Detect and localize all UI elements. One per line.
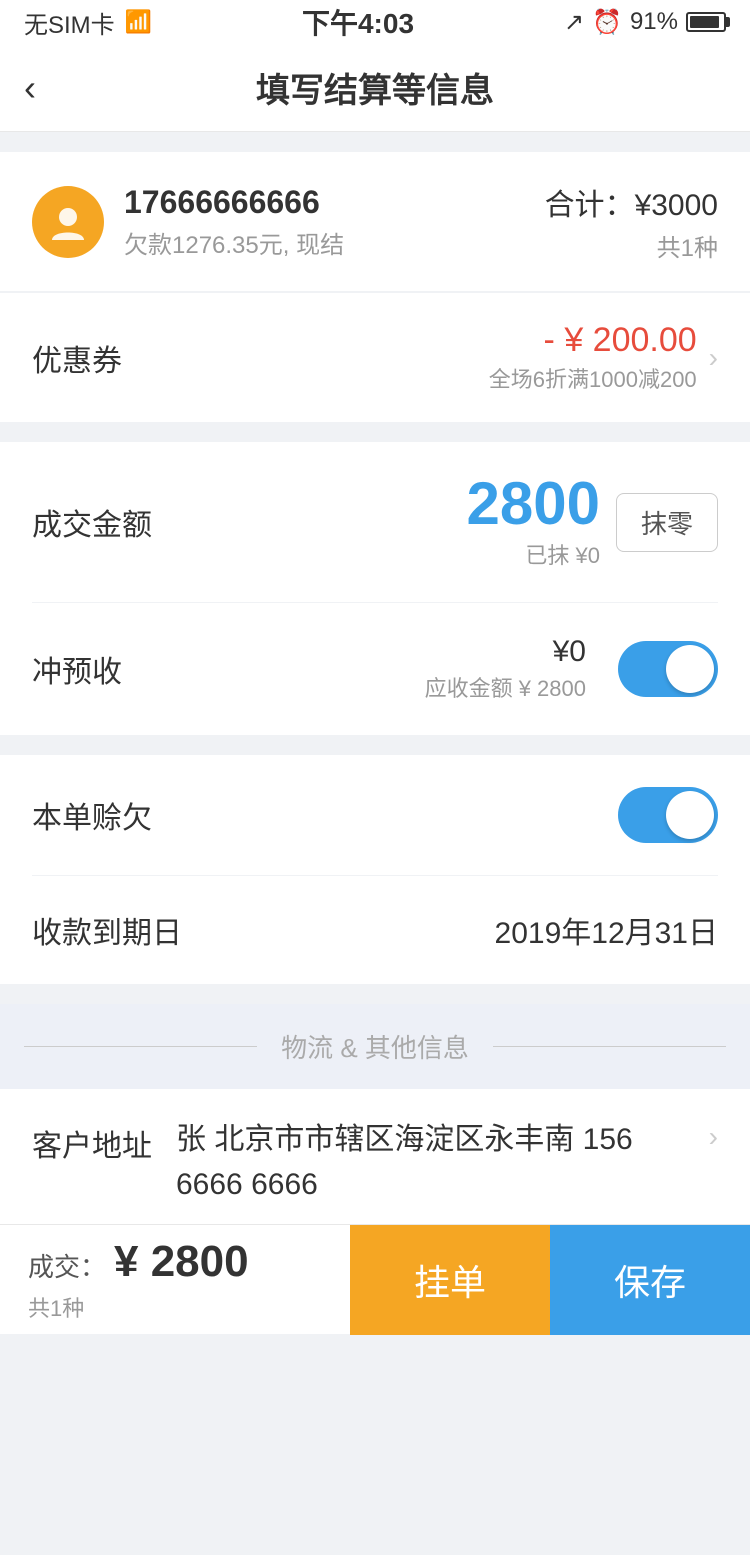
credit-section: 本单赊欠 收款到期日 2019年12月31日 xyxy=(0,755,750,984)
transaction-amount-big: 2800 xyxy=(467,474,600,534)
prepayment-amounts: ¥0 应收金额 ¥ 2800 xyxy=(425,635,586,703)
prepayment-row: 冲预收 ¥0 应收金额 ¥ 2800 xyxy=(32,603,718,735)
coupon-row[interactable]: 优惠券 - ¥ 200.00 全场6折满1000减200 › xyxy=(0,293,750,422)
carrier-text: 无SIM卡 xyxy=(24,5,115,40)
section-divider-1 xyxy=(0,422,750,442)
address-value: 张 北京市市辖区海淀区永丰南 156 6666 6666 xyxy=(176,1117,697,1207)
address-label: 客户地址 xyxy=(32,1117,152,1165)
divider-line-right xyxy=(493,1046,726,1047)
bottom-label: 成交： xyxy=(28,1247,106,1284)
customer-phone: 17666666666 xyxy=(124,184,344,221)
due-date-value: 2019年12月31日 xyxy=(495,908,718,952)
back-button[interactable]: ‹ xyxy=(24,67,36,109)
status-bar: 无SIM卡 📶 下午4:03 ↗ ⏰ 91% xyxy=(0,0,750,44)
bottom-amount: ¥ 2800 xyxy=(114,1237,249,1287)
coupon-discount-amount: - ¥ 200.00 xyxy=(489,321,697,360)
coupon-discount: - ¥ 200.00 全场6折满1000减200 xyxy=(489,321,697,394)
prepayment-amount: ¥0 xyxy=(425,635,586,669)
transaction-amount-label: 成交金额 xyxy=(32,500,152,544)
prepayment-toggle[interactable] xyxy=(618,641,718,697)
credit-note-row: 本单赊欠 xyxy=(32,755,718,876)
save-button[interactable]: 保存 xyxy=(550,1225,750,1335)
logistics-label: 物流 & 其他信息 xyxy=(281,1028,469,1065)
total-amount: 合计：¥3000 xyxy=(545,180,718,224)
bottom-summary: 成交： ¥ 2800 共1种 xyxy=(0,1237,350,1323)
alarm-icon: ⏰ xyxy=(592,8,622,37)
due-date-label: 收款到期日 xyxy=(32,908,182,952)
customer-total: 合计：¥3000 共1种 xyxy=(545,180,718,263)
status-time: 下午4:03 xyxy=(302,2,414,42)
bottom-summary-main: 成交： ¥ 2800 xyxy=(28,1237,322,1287)
status-left: 无SIM卡 📶 xyxy=(24,5,152,40)
transaction-amount-right: 2800 已抹 ¥0 xyxy=(467,474,600,570)
logistics-divider: 物流 & 其他信息 xyxy=(0,1004,750,1089)
coupon-right: - ¥ 200.00 全场6折满1000减200 › xyxy=(489,321,718,394)
transaction-amount-value-area: 2800 已抹 ¥0 抹零 xyxy=(467,474,719,570)
total-label: 合计： xyxy=(545,189,635,222)
coupon-label: 优惠券 xyxy=(32,336,122,380)
coupon-chevron-icon: › xyxy=(709,342,718,374)
section-divider-3 xyxy=(0,984,750,1004)
battery-icon xyxy=(686,12,726,32)
customer-debt: 欠款1276.35元, 现结 xyxy=(124,225,344,260)
hold-button[interactable]: 挂单 xyxy=(350,1225,550,1335)
total-count: 共1种 xyxy=(545,228,718,263)
location-icon: ↗ xyxy=(564,8,584,37)
address-chevron-icon: › xyxy=(709,1117,718,1153)
credit-note-value-area xyxy=(618,787,718,843)
customer-left: 17666666666 欠款1276.35元, 现结 xyxy=(32,184,344,260)
battery-percent: 91% xyxy=(630,8,678,36)
avatar xyxy=(32,186,104,258)
bottom-count: 共1种 xyxy=(28,1291,322,1323)
prepayment-sub: 应收金额 ¥ 2800 xyxy=(425,671,586,703)
transaction-amount-row: 成交金额 2800 已抹 ¥0 抹零 xyxy=(32,442,718,603)
credit-note-toggle-knob xyxy=(666,791,714,839)
address-row[interactable]: 客户地址 张 北京市市辖区海淀区永丰南 156 6666 6666 › xyxy=(0,1089,750,1235)
prepayment-label: 冲预收 xyxy=(32,647,122,691)
bottom-bar: 成交： ¥ 2800 共1种 挂单 保存 xyxy=(0,1224,750,1334)
credit-note-label: 本单赊欠 xyxy=(32,793,152,837)
total-amount-value: ¥3000 xyxy=(635,189,718,222)
credit-note-toggle[interactable] xyxy=(618,787,718,843)
status-right: ↗ ⏰ 91% xyxy=(564,8,726,37)
prepayment-value-area: ¥0 应收金额 ¥ 2800 xyxy=(425,635,718,703)
due-date-row: 收款到期日 2019年12月31日 xyxy=(32,876,718,984)
coupon-discount-desc: 全场6折满1000减200 xyxy=(489,362,697,394)
battery-fill xyxy=(690,16,719,28)
transaction-section: 成交金额 2800 已抹 ¥0 抹零 冲预收 ¥0 应收金额 ¥ 2800 xyxy=(0,442,750,735)
nav-bar: ‹ 填写结算等信息 xyxy=(0,44,750,132)
round-zero-button[interactable]: 抹零 xyxy=(616,493,718,552)
transaction-amount-sub: 已抹 ¥0 xyxy=(467,538,600,570)
prepayment-toggle-knob xyxy=(666,645,714,693)
wifi-icon: 📶 xyxy=(125,9,152,35)
customer-info: 17666666666 欠款1276.35元, 现结 xyxy=(124,184,344,260)
page-title: 填写结算等信息 xyxy=(256,63,494,112)
customer-card: 17666666666 欠款1276.35元, 现结 合计：¥3000 共1种 xyxy=(0,152,750,291)
divider-line-left xyxy=(24,1046,257,1047)
content-area: 17666666666 欠款1276.35元, 现结 合计：¥3000 共1种 … xyxy=(0,132,750,1555)
section-divider-2 xyxy=(0,735,750,755)
